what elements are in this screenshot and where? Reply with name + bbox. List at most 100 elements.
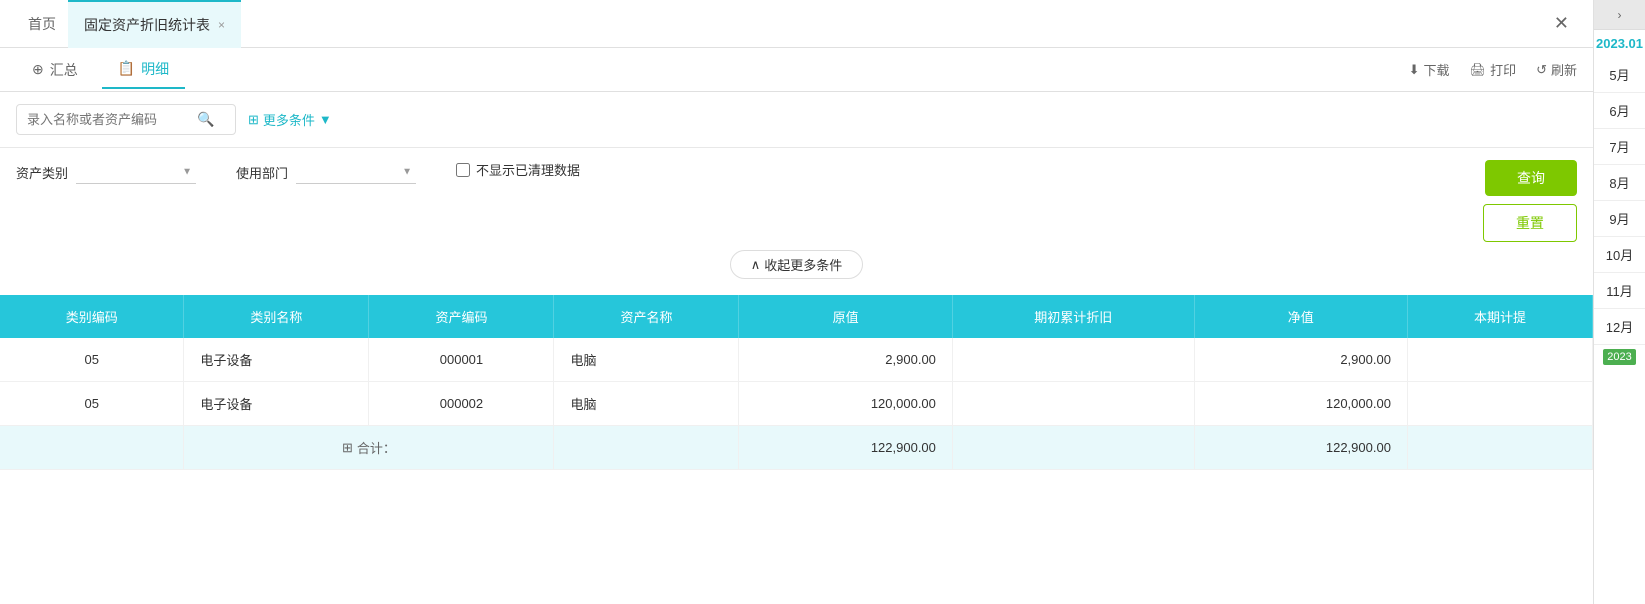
asset-category-select-wrap[interactable]: ▼ [76,160,196,184]
header-category-code: 类别编码 [0,295,184,338]
data-table: 类别编码 类别名称 资产编码 资产名称 原值 期初累计折旧 净值 本期计提 05… [0,295,1593,470]
department-select-wrap[interactable]: ▼ [296,160,416,184]
table-total-row: ⊞ 合计： 122,900.00 122,900.00 [0,426,1593,470]
total-original-value: 122,900.00 [739,426,952,470]
sidebar: › 2023.01 5月 6月 7月 8月 9月 10月 11月 12月 202… [1593,0,1645,604]
refresh-label: 刷新 [1551,60,1577,79]
collapse-row: ∧ 收起更多条件 [16,250,1577,287]
chevron-down-icon: ▼ [319,112,332,127]
detail-icon: 📋 [118,60,135,77]
advanced-filter-row: 资产类别 ▼ 使用部门 ▼ 不显示已清理数 [16,148,1577,250]
cell-category-name: 电子设备 [184,382,369,426]
hide-cleared-label: 不显示已清理数据 [476,160,580,179]
filter-area: 🔍 ⊞ 更多条件 ▼ [0,92,1593,148]
sidebar-expand-arrow[interactable]: › [1594,0,1645,30]
total-empty-2 [554,426,739,470]
sidebar-month-5[interactable]: 5月 [1594,57,1645,93]
sidebar-month-7[interactable]: 7月 [1594,129,1645,165]
more-conditions-label: 更多条件 [263,110,315,129]
header-asset-name: 资产名称 [554,295,739,338]
reset-button[interactable]: 重置 [1483,204,1577,242]
toolbar-right: ⬇ 下载 🖨 打印 ↺ 刷新 [1409,60,1577,79]
department-select[interactable] [296,160,416,184]
tab-summary-label: 汇总 [50,60,78,80]
more-conditions-button[interactable]: ⊞ 更多条件 ▼ [248,110,332,129]
search-input-wrap[interactable]: 🔍 [16,104,236,135]
cell-current-period [1407,382,1592,426]
print-button[interactable]: 🖨 打印 [1470,60,1517,79]
window-close-button[interactable]: ✕ [1546,13,1577,34]
cell-asset-name: 电脑 [554,382,739,426]
cell-current-period [1407,338,1592,382]
search-icon: 🔍 [197,111,214,128]
download-button[interactable]: ⬇ 下载 [1409,60,1450,79]
total-calc-icon: ⊞ [342,440,353,456]
table-row: 05 电子设备 000001 电脑 2,900.00 2,900.00 [0,338,1593,382]
filter-icon: ⊞ [248,112,259,128]
tab-group: ⊕ 汇总 📋 明细 [16,51,185,89]
search-input[interactable] [27,112,197,127]
department-label: 使用部门 [236,163,288,182]
total-label-text: 合计： [357,438,396,457]
hide-cleared-checkbox[interactable] [456,163,470,177]
cell-original-value: 120,000.00 [739,382,952,426]
collapse-button[interactable]: ∧ 收起更多条件 [730,250,864,279]
header-net-value: 净值 [1194,295,1407,338]
table-wrap: 类别编码 类别名称 资产编码 资产名称 原值 期初累计折旧 净值 本期计提 05… [0,295,1593,604]
search-row: 🔍 ⊞ 更多条件 ▼ [16,104,1577,135]
date-display: 2023.01 [1596,30,1643,57]
print-icon: 🖨 [1470,62,1487,78]
total-net-value: 122,900.00 [1194,426,1407,470]
summary-icon: ⊕ [32,61,44,78]
print-label: 打印 [1490,60,1516,79]
collapse-up-icon: ∧ [751,257,761,273]
header-asset-code: 资产编码 [369,295,554,338]
download-icon: ⬇ [1409,62,1420,78]
tab-detail[interactable]: 📋 明细 [102,51,185,89]
filter-section: 资产类别 ▼ 使用部门 ▼ 不显示已清理数 [0,148,1593,295]
hide-cleared-group: 不显示已清理数据 [456,160,580,179]
top-nav: 首页 固定资产折旧统计表 × ✕ [0,0,1593,48]
asset-category-label: 资产类别 [16,163,68,182]
refresh-button[interactable]: ↺ 刷新 [1536,60,1577,79]
table-row: 05 电子设备 000002 电脑 120,000.00 120,000.00 [0,382,1593,426]
sidebar-month-6[interactable]: 6月 [1594,93,1645,129]
tab-detail-label: 明细 [141,59,169,79]
cell-net-value: 2,900.00 [1194,338,1407,382]
total-current-period [1407,426,1592,470]
cell-original-value: 2,900.00 [739,338,952,382]
sidebar-month-11[interactable]: 11月 [1594,273,1645,309]
cell-category-code: 05 [0,338,184,382]
table-header-row: 类别编码 类别名称 资产编码 资产名称 原值 期初累计折旧 净值 本期计提 [0,295,1593,338]
tab-title: 固定资产折旧统计表 [84,15,210,35]
cell-net-value: 120,000.00 [1194,382,1407,426]
header-original-value: 原值 [739,295,952,338]
sidebar-month-12[interactable]: 12月 [1594,309,1645,345]
cell-category-name: 电子设备 [184,338,369,382]
cell-asset-code: 000001 [369,338,554,382]
cell-initial-depreciation [952,382,1194,426]
collapse-label: 收起更多条件 [764,255,842,274]
cell-category-code: 05 [0,382,184,426]
tab-summary[interactable]: ⊕ 汇总 [16,52,94,88]
tab-bar: ⊕ 汇总 📋 明细 ⬇ 下载 🖨 打印 ↺ 刷新 [0,48,1593,92]
active-tab[interactable]: 固定资产折旧统计表 × [68,0,241,48]
sidebar-month-10[interactable]: 10月 [1594,237,1645,273]
sidebar-month-9[interactable]: 9月 [1594,201,1645,237]
header-initial-depreciation: 期初累计折旧 [952,295,1194,338]
sidebar-month-8[interactable]: 8月 [1594,165,1645,201]
cell-asset-code: 000002 [369,382,554,426]
department-filter: 使用部门 ▼ [236,160,416,184]
download-label: 下载 [1424,60,1450,79]
total-empty-1 [0,426,184,470]
header-category-name: 类别名称 [184,295,369,338]
total-initial-depreciation [952,426,1194,470]
home-nav[interactable]: 首页 [16,14,68,34]
tab-close-button[interactable]: × [218,18,225,32]
header-current-period: 本期计提 [1407,295,1592,338]
asset-category-select[interactable] [76,160,196,184]
cell-asset-name: 电脑 [554,338,739,382]
total-label-cell: ⊞ 合计： [184,426,554,470]
year-badge[interactable]: 2023 [1603,349,1635,365]
query-button[interactable]: 查询 [1485,160,1577,196]
